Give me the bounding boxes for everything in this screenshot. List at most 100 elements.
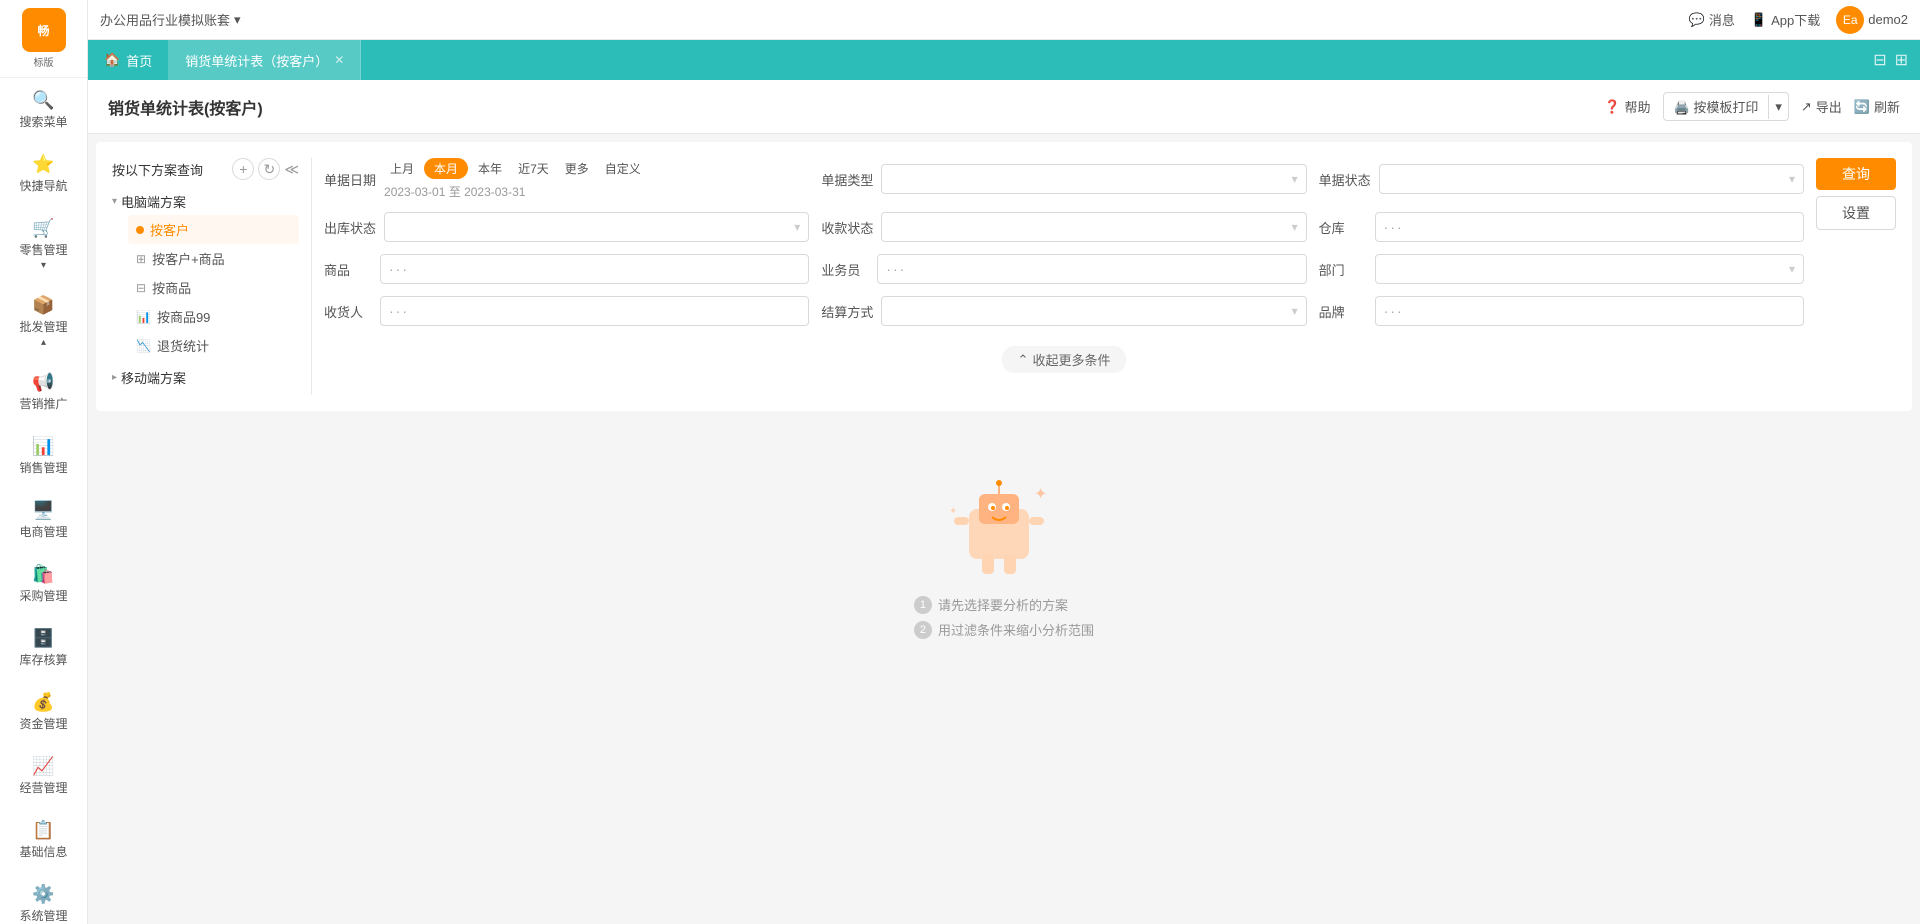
- refresh-label: 刷新: [1874, 97, 1900, 116]
- sidebar-item-operations[interactable]: 📈 经营管理: [0, 744, 87, 808]
- scheme-by-customer-goods-label: 按客户+商品: [152, 249, 225, 268]
- filter-body: 按以下方案查询 + ↻ ≪ ▾ 电脑端方案: [112, 158, 1896, 395]
- filter-recv-status-field: 收款状态 ▾: [821, 212, 1306, 242]
- scheme-group-desktop-header[interactable]: ▾ 电脑端方案: [112, 188, 299, 215]
- filter-type-input[interactable]: ▾: [881, 164, 1306, 194]
- filter-brand-label: 品牌: [1319, 302, 1367, 321]
- date-tab-more[interactable]: 更多: [559, 158, 595, 179]
- scheme-group-mobile-header[interactable]: ▸ 移动端方案: [112, 364, 299, 391]
- sidebar-item-ecommerce[interactable]: 🖥️ 电商管理: [0, 488, 87, 552]
- sidebar-item-wholesale[interactable]: 📦 批发管理 ▴: [0, 283, 87, 360]
- help-label: 帮助: [1625, 97, 1651, 116]
- sidebar-item-finance-label: 资金管理: [19, 715, 67, 732]
- filter-settlement-input[interactable]: ▾: [881, 296, 1306, 326]
- tab-home[interactable]: 🏠 首页: [88, 40, 169, 80]
- scheme-item-by-customer[interactable]: 按客户: [128, 215, 299, 244]
- message-icon: 💬: [1689, 12, 1705, 28]
- scheme-add-button[interactable]: +: [232, 158, 254, 180]
- filter-row-1: 单据日期 上月 本月 本年 近7天 更多 自定义: [324, 158, 1804, 200]
- help-button[interactable]: ❓ 帮助: [1604, 97, 1650, 116]
- scheme-item-by-goods-99[interactable]: 📊 按商品99: [128, 302, 299, 331]
- filter-area: 按以下方案查询 + ↻ ≪ ▾ 电脑端方案: [96, 142, 1912, 411]
- tip-num-1: 1: [914, 596, 932, 614]
- filter-salesperson-input[interactable]: ···: [877, 254, 1306, 284]
- company-name: 办公用品行业模拟账套: [100, 10, 230, 29]
- sidebar-item-system[interactable]: ⚙️ 系统管理: [0, 872, 87, 924]
- sidebar-item-inventory[interactable]: 🗄️ 库存核算: [0, 616, 87, 680]
- empty-tip-2: 2 用过滤条件来缩小分析范围: [914, 620, 1094, 639]
- template-print-dropdown-arrow[interactable]: ▾: [1768, 95, 1788, 119]
- finance-icon: 💰: [32, 692, 54, 713]
- filter-salesperson-field: 业务员 ···: [821, 254, 1306, 284]
- star-icon: ⭐: [32, 154, 54, 175]
- date-tab-7-days[interactable]: 近7天: [512, 158, 555, 179]
- tab-sales-stat-label: 销货单统计表（按客户）: [185, 51, 328, 70]
- marketing-icon: 📢: [32, 372, 54, 393]
- date-tab-this-month[interactable]: 本月: [424, 158, 468, 179]
- tab-sales-stat[interactable]: 销货单统计表（按客户） ✕: [169, 40, 361, 80]
- item-active-dot: [136, 226, 144, 234]
- filter-warehouse-field: 仓库 ···: [1319, 212, 1804, 242]
- sidebar-item-purchase[interactable]: 🛍️ 采购管理: [0, 552, 87, 616]
- app-download-button[interactable]: 📱 App下载: [1751, 10, 1820, 29]
- date-tab-this-year[interactable]: 本年: [472, 158, 508, 179]
- sidebar-item-finance[interactable]: 💰 资金管理: [0, 680, 87, 744]
- filter-warehouse-input[interactable]: ···: [1375, 212, 1804, 242]
- sidebar-item-basic[interactable]: 📋 基础信息: [0, 808, 87, 872]
- filter-salesperson-dots: ···: [886, 261, 906, 277]
- filter-out-status-input[interactable]: ▾: [384, 212, 809, 242]
- filter-receiver-input[interactable]: ···: [380, 296, 809, 326]
- operations-icon: 📈: [32, 756, 54, 777]
- sidebar-item-sales[interactable]: 📊 销售管理: [0, 424, 87, 488]
- sidebar-item-marketing[interactable]: 📢 营销推广: [0, 360, 87, 424]
- filter-row-3: 商品 ··· 业务员 ···: [324, 254, 1804, 284]
- user-menu[interactable]: Ea demo2: [1836, 6, 1908, 34]
- filter-status-input[interactable]: ▾: [1379, 164, 1804, 194]
- scheme-item-return-stat[interactable]: 📉 退货统计: [128, 331, 299, 360]
- scheme-return-stat-label: 退货统计: [157, 336, 209, 355]
- scheme-panel-header: 按以下方案查询 + ↻ ≪: [112, 158, 299, 180]
- tab-close-icon[interactable]: ✕: [334, 53, 344, 67]
- tip-text-1: 请先选择要分析的方案: [938, 595, 1068, 614]
- company-selector[interactable]: 办公用品行业模拟账套 ▾: [100, 10, 241, 29]
- sidebar-item-search[interactable]: 🔍 搜索菜单: [0, 78, 87, 142]
- scheme-item-by-customer-goods[interactable]: ⊞ 按客户+商品: [128, 244, 299, 273]
- template-print-label[interactable]: 🖨️ 按模板打印: [1664, 93, 1769, 120]
- export-button[interactable]: ↗ 导出: [1801, 97, 1842, 116]
- filter-dept-input[interactable]: ▾: [1375, 254, 1804, 284]
- export-icon: ↗: [1801, 99, 1812, 115]
- filter-recv-status-input[interactable]: ▾: [881, 212, 1306, 242]
- collapse-more[interactable]: ⌃ 收起更多条件: [324, 338, 1804, 381]
- scheme-item-by-goods[interactable]: ⊟ 按商品: [128, 273, 299, 302]
- help-icon: ❓: [1604, 99, 1620, 115]
- filter-settlement-field: 结算方式 ▾: [821, 296, 1306, 326]
- sidebar-item-shortcuts[interactable]: ⭐ 快捷导航: [0, 142, 87, 206]
- page-actions: ❓ 帮助 🖨️ 按模板打印 ▾ ↗ 导出 🔄 刷新: [1604, 92, 1900, 121]
- sidebar-item-retail[interactable]: 🛒 零售管理 ▾: [0, 206, 87, 283]
- filter-status-label: 单据状态: [1319, 170, 1371, 189]
- scheme-refresh-button[interactable]: ↻: [258, 158, 280, 180]
- settings-button[interactable]: 设置: [1816, 196, 1896, 230]
- filter-row-4: 收货人 ··· 结算方式 ▾: [324, 296, 1804, 326]
- filter-goods-input[interactable]: ···: [380, 254, 809, 284]
- template-print-button[interactable]: 🖨️ 按模板打印 ▾: [1663, 92, 1789, 121]
- filter-out-status-dropdown-icon: ▾: [794, 220, 800, 234]
- user-name: demo2: [1868, 12, 1908, 27]
- query-button[interactable]: 查询: [1816, 158, 1896, 190]
- filter-brand-input[interactable]: ···: [1375, 296, 1804, 326]
- date-tab-last-month[interactable]: 上月: [384, 158, 420, 179]
- scheme-group-desktop: ▾ 电脑端方案 按客户 ⊞ 按客户+商品: [112, 188, 299, 360]
- filter-goods-dots: ···: [389, 261, 409, 277]
- scheme-collapse-button[interactable]: ≪: [284, 161, 299, 178]
- refresh-button[interactable]: 🔄 刷新: [1854, 97, 1900, 116]
- message-button[interactable]: 💬 消息: [1689, 10, 1735, 29]
- tab-minimize-icon[interactable]: ⊟: [1873, 50, 1886, 70]
- tab-maximize-icon[interactable]: ⊞: [1895, 50, 1908, 70]
- bar-chart2-icon: 📉: [136, 339, 151, 353]
- date-tab-custom[interactable]: 自定义: [599, 158, 647, 179]
- filter-recv-status-dropdown-icon: ▾: [1292, 220, 1298, 234]
- filter-goods-label: 商品: [324, 260, 372, 279]
- sidebar-item-purchase-label: 采购管理: [19, 587, 67, 604]
- top-bar-right: 💬 消息 📱 App下载 Ea demo2: [1689, 6, 1908, 34]
- system-icon: ⚙️: [32, 884, 54, 905]
